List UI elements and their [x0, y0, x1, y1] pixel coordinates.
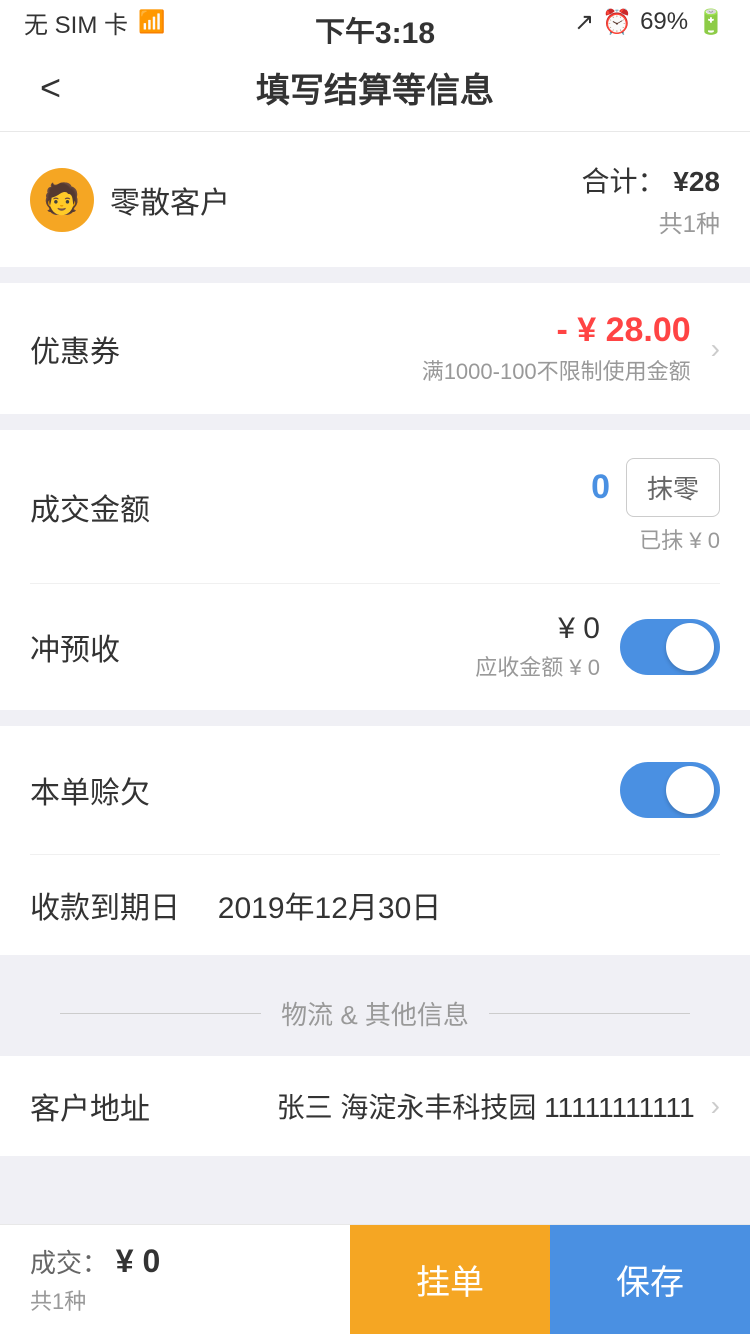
carrier-text: 无 SIM 卡	[24, 5, 128, 40]
round-zero-button[interactable]: 抹零	[626, 458, 720, 517]
bottom-bar: 成交： ¥ 0 共1种 挂单 保存	[0, 1224, 750, 1334]
customer-right: 合计： ¥28 共1种	[581, 160, 720, 239]
battery-text: 69%	[640, 8, 688, 36]
battery-icon: 🔋	[696, 8, 726, 37]
due-date-label: 收款到期日	[30, 892, 180, 925]
address-chevron-icon: ›	[711, 1090, 720, 1122]
bottom-count: 共1种	[30, 1284, 320, 1316]
page-title: 填写结算等信息	[256, 63, 494, 112]
credit-row: 本单赊欠	[0, 726, 750, 854]
credit-label: 本单赊欠	[30, 768, 150, 812]
advance-value-block: ¥ 0 应收金额 ¥ 0	[475, 612, 600, 682]
coupon-right: - ¥ 28.00 满1000-100不限制使用金额 ›	[422, 311, 720, 386]
bottom-deal-amount: ¥ 0	[116, 1243, 160, 1279]
customer-left: 🧑 零散客户	[30, 168, 230, 232]
bottom-deal-label: 成交：	[30, 1248, 108, 1278]
location-icon: ↗	[574, 8, 594, 37]
hold-button[interactable]: 挂单	[350, 1225, 550, 1334]
avatar-icon: 🧑	[43, 182, 80, 217]
avatar: 🧑	[30, 168, 94, 232]
back-button[interactable]: <	[30, 57, 71, 119]
due-date-value: 2019年12月30日	[218, 892, 441, 925]
transaction-label: 成交金额	[30, 485, 150, 529]
logistics-line-left	[60, 1013, 261, 1014]
logistics-header: 物流 & 其他信息	[0, 971, 750, 1056]
content-area: 🧑 零散客户 合计： ¥28 共1种 优惠券 - ¥ 28.00 满1000-1…	[0, 132, 750, 1292]
save-button[interactable]: 保存	[550, 1225, 750, 1334]
advance-label: 冲预收	[30, 625, 120, 669]
coupon-section[interactable]: 优惠券 - ¥ 28.00 满1000-100不限制使用金额 ›	[0, 283, 750, 414]
status-bar: 无 SIM 卡 📶 下午3:18 ↗ ⏰ 69% 🔋	[0, 0, 750, 44]
item-count: 共1种	[581, 204, 720, 239]
transaction-value[interactable]: 0	[490, 468, 610, 507]
chevron-right-icon: ›	[711, 333, 720, 365]
advance-toggle[interactable]	[620, 619, 720, 675]
status-left: 无 SIM 卡 📶	[24, 5, 165, 40]
bottom-info: 成交： ¥ 0 共1种	[0, 1243, 350, 1316]
customer-row: 🧑 零散客户 合计： ¥28 共1种	[0, 132, 750, 267]
customer-section: 🧑 零散客户 合计： ¥28 共1种	[0, 132, 750, 267]
total-label: 合计：	[581, 166, 665, 197]
credit-toggle[interactable]	[620, 762, 720, 818]
logistics-header-inner: 物流 & 其他信息	[60, 995, 690, 1032]
total-line: 合计： ¥28	[581, 160, 720, 200]
advance-sub: 应收金额 ¥ 0	[475, 650, 600, 682]
customer-name: 零散客户	[110, 178, 230, 222]
transaction-sub: 已抹 ¥ 0	[639, 523, 720, 555]
coupon-label: 优惠券	[30, 327, 120, 371]
address-section[interactable]: 客户地址 张三 海淀永丰科技园 11111111111 ›	[0, 1056, 750, 1156]
coupon-amount: - ¥ 28.00	[422, 311, 691, 350]
due-date-row: 收款到期日 2019年12月30日	[0, 855, 750, 955]
address-row[interactable]: 客户地址 张三 海淀永丰科技园 11111111111 ›	[0, 1056, 750, 1156]
credit-section: 本单赊欠 收款到期日 2019年12月30日	[0, 726, 750, 955]
advance-row: 冲预收 ¥ 0 应收金额 ¥ 0	[0, 584, 750, 710]
advance-amount: ¥ 0	[475, 612, 600, 646]
alarm-icon: ⏰	[602, 8, 632, 37]
credit-toggle-circle	[666, 766, 714, 814]
payment-section: 成交金额 0 抹零 已抹 ¥ 0 冲预收 ¥ 0 应收金额 ¥ 0	[0, 430, 750, 710]
address-label: 客户地址	[30, 1084, 150, 1128]
coupon-sub: 满1000-100不限制使用金额	[422, 354, 691, 386]
toggle-circle	[666, 623, 714, 671]
bottom-deal-line: 成交： ¥ 0	[30, 1243, 320, 1280]
total-value: ¥28	[673, 166, 720, 197]
coupon-value-block: - ¥ 28.00 满1000-100不限制使用金额	[422, 311, 691, 386]
transaction-row: 成交金额 0 抹零 已抹 ¥ 0	[0, 430, 750, 583]
coupon-row[interactable]: 优惠券 - ¥ 28.00 满1000-100不限制使用金额 ›	[0, 283, 750, 414]
logistics-line-right	[489, 1013, 690, 1014]
logistics-title: 物流 & 其他信息	[281, 995, 469, 1032]
wifi-icon: 📶	[138, 9, 165, 35]
nav-bar: < 填写结算等信息	[0, 44, 750, 132]
address-value: 张三 海淀永丰科技园 11111111111	[180, 1086, 695, 1126]
status-right: ↗ ⏰ 69% 🔋	[574, 8, 726, 37]
